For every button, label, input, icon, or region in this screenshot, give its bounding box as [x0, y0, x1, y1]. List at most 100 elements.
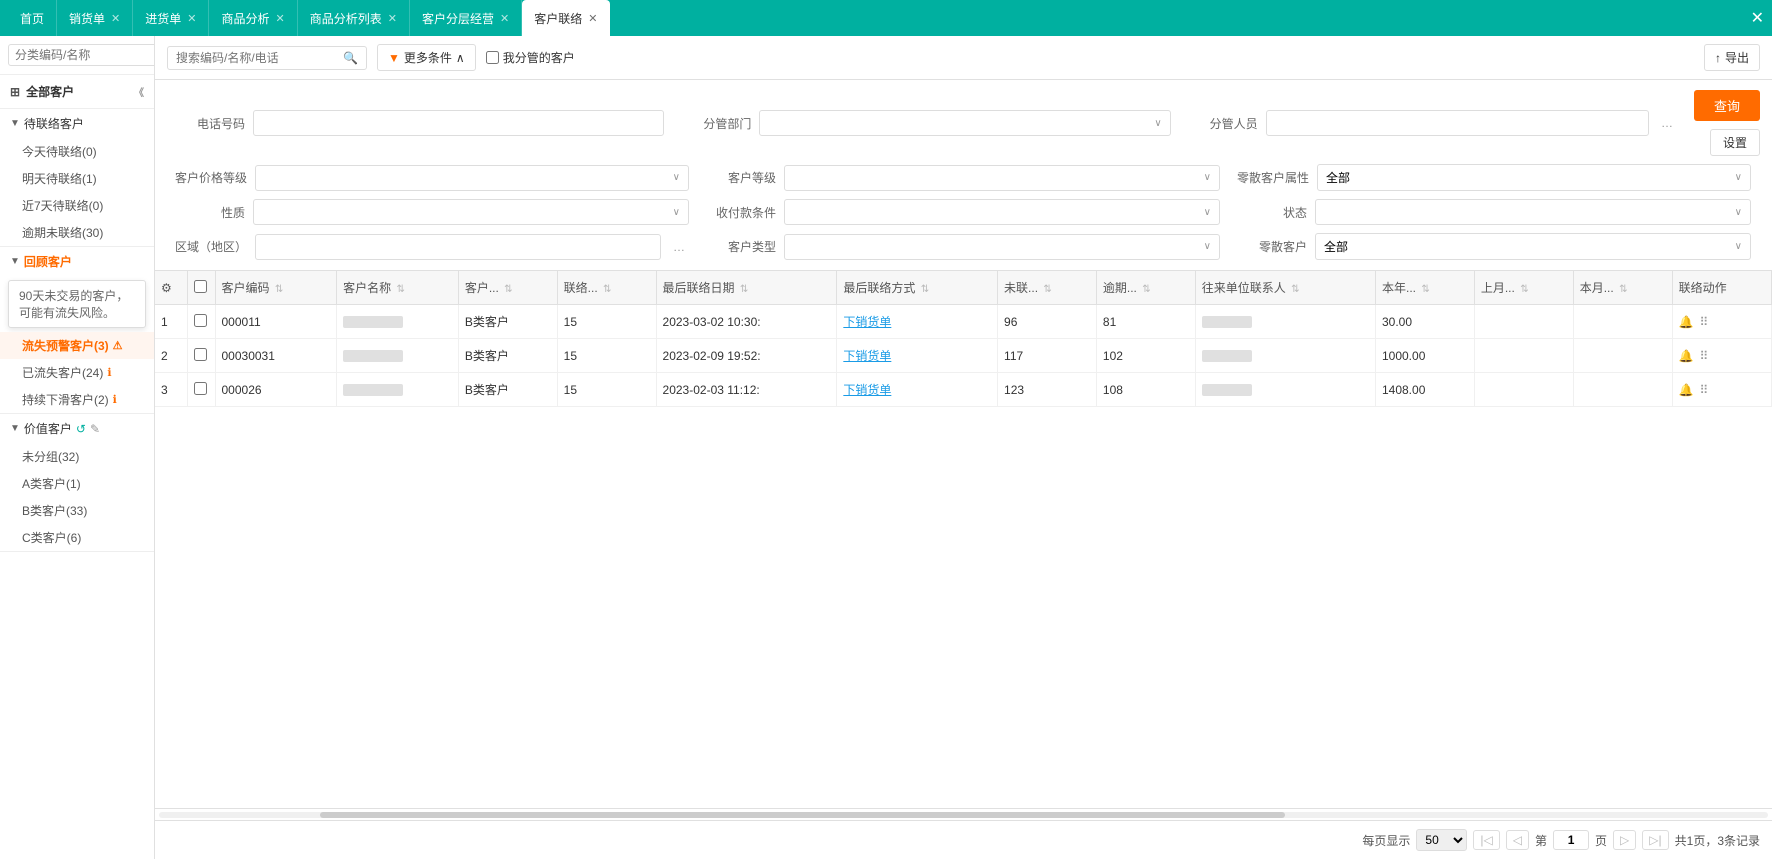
search-box[interactable]: 🔍 [167, 46, 367, 70]
action-more-icon[interactable]: ⠿ [1700, 315, 1709, 329]
my-customers-checkbox-label[interactable]: 我分管的客户 [486, 49, 575, 66]
action-contact-icon[interactable]: 🔔 [1679, 315, 1694, 329]
tab-product-analysis[interactable]: 商品分析 ✕ [209, 0, 297, 36]
retail-select[interactable]: 全部 ∨ [1315, 233, 1751, 260]
sidebar-item-class-b[interactable]: B类客户(33) [0, 497, 154, 524]
search-icon[interactable]: 🔍 [343, 51, 358, 65]
last-page-btn[interactable]: ▷| [1642, 830, 1668, 850]
col-checkbox[interactable] [187, 271, 215, 305]
sidebar-section-header-review[interactable]: ▼ 回顾客户 [0, 247, 154, 276]
this-month-cell [1573, 305, 1672, 339]
prev-page-btn[interactable]: ◁ [1506, 830, 1529, 850]
close-window-icon[interactable]: ✕ [1751, 8, 1764, 28]
last-method-link[interactable]: 下销货单 [843, 383, 891, 397]
tab-home[interactable]: 首页 [8, 0, 57, 36]
collapse-icon[interactable]: 《 [134, 84, 144, 99]
next-page-btn[interactable]: ▷ [1613, 830, 1636, 850]
sort-icon[interactable]: ⇅ [397, 284, 405, 295]
action-contact-icon[interactable]: 🔔 [1679, 383, 1694, 397]
more-conditions-btn[interactable]: ▼ 更多条件 ∧ [377, 44, 476, 71]
sidebar-item-ungrouped[interactable]: 未分组(32) [0, 443, 154, 470]
sidebar-item-7days[interactable]: 近7天待联络(0) [0, 192, 154, 219]
phone-input[interactable] [253, 110, 664, 136]
close-icon[interactable]: ✕ [588, 12, 597, 25]
search-input[interactable] [176, 51, 343, 65]
sidebar-item-lost[interactable]: 已流失客户(24) ℹ [0, 359, 154, 386]
action-contact-icon[interactable]: 🔔 [1679, 349, 1694, 363]
row-checkbox-cell[interactable] [187, 373, 215, 407]
price-level-select[interactable]: ∨ [255, 165, 689, 191]
sort-icon[interactable]: ⇅ [1043, 284, 1051, 295]
sidebar-item-loss-warning[interactable]: 流失预警客户(3) ⚠ [0, 332, 154, 359]
sidebar-item-today[interactable]: 今天待联络(0) [0, 138, 154, 165]
close-icon[interactable]: ✕ [500, 12, 509, 25]
close-icon[interactable]: ✕ [276, 12, 285, 25]
region-select[interactable] [255, 234, 661, 260]
tab-purchase[interactable]: 进货单 ✕ [133, 0, 209, 36]
last-method-link[interactable]: 下销货单 [843, 349, 891, 363]
settings-button[interactable]: 设置 [1710, 129, 1760, 156]
action-more-icon[interactable]: ⠿ [1700, 349, 1709, 363]
level-select[interactable]: ∨ [784, 165, 1220, 191]
row-checkbox[interactable] [194, 382, 207, 395]
sidebar-item-overdue[interactable]: 逾期未联络(30) [0, 219, 154, 246]
payment-select[interactable]: ∨ [784, 199, 1220, 225]
sidebar-item-class-c[interactable]: C类客户(6) [0, 524, 154, 551]
first-page-btn[interactable]: |◁ [1473, 830, 1499, 850]
select-all-checkbox[interactable] [194, 280, 207, 293]
page-number-input[interactable] [1553, 830, 1589, 850]
sort-icon[interactable]: ⇅ [921, 284, 929, 295]
action-more-icon[interactable]: ⠿ [1700, 383, 1709, 397]
close-icon[interactable]: ✕ [388, 12, 397, 25]
tab-product-list[interactable]: 商品分析列表 ✕ [298, 0, 410, 36]
scrollbar-thumb[interactable] [320, 812, 1285, 818]
close-icon[interactable]: ✕ [187, 12, 196, 25]
nature-select[interactable]: ∨ [253, 199, 689, 225]
sort-icon[interactable]: ⇅ [1291, 284, 1299, 295]
row-checkbox[interactable] [194, 314, 207, 327]
sort-icon[interactable]: ⇅ [740, 284, 748, 295]
query-button[interactable]: 查询 [1694, 90, 1760, 121]
my-customers-checkbox[interactable] [486, 51, 499, 64]
refresh-icon[interactable]: ↺ [76, 422, 86, 436]
sort-icon[interactable]: ⇅ [1421, 284, 1429, 295]
last-method-cell[interactable]: 下销货单 [837, 373, 998, 407]
close-icon[interactable]: ✕ [111, 12, 120, 25]
tab-sales[interactable]: 销货单 ✕ [57, 0, 133, 36]
sidebar-all-customers[interactable]: ⊞ 全部客户 《 [0, 75, 154, 109]
sort-icon[interactable]: ⇅ [504, 284, 512, 295]
sidebar-section-header-pending[interactable]: ▼ 待联络客户 [0, 109, 154, 138]
sort-icon[interactable]: ⇅ [1142, 284, 1150, 295]
more-btn[interactable]: … [1657, 116, 1677, 130]
caret-icon: ∨ [673, 172, 680, 183]
row-checkbox-cell[interactable] [187, 339, 215, 373]
sidebar-item-declining[interactable]: 持续下滑客户(2) ℹ [0, 386, 154, 413]
sort-icon[interactable]: ⇅ [275, 284, 283, 295]
last-method-cell[interactable]: 下销货单 [837, 305, 998, 339]
row-checkbox-cell[interactable] [187, 305, 215, 339]
col-settings[interactable]: ⚙ [155, 271, 187, 305]
horizontal-scrollbar[interactable] [155, 808, 1772, 820]
last-method-cell[interactable]: 下销货单 [837, 339, 998, 373]
sort-icon[interactable]: ⇅ [1520, 284, 1528, 295]
dept-select[interactable]: ∨ [759, 110, 1170, 136]
row-checkbox[interactable] [194, 348, 207, 361]
edit-icon[interactable]: ✎ [90, 422, 100, 436]
sort-icon[interactable]: ⇅ [1619, 284, 1627, 295]
status-select[interactable]: ∨ [1315, 199, 1751, 225]
sidebar-item-class-a[interactable]: A类客户(1) [0, 470, 154, 497]
more-btn[interactable]: … [669, 240, 689, 254]
export-btn[interactable]: ↑ 导出 [1704, 44, 1760, 71]
category-search-input[interactable] [8, 44, 155, 66]
per-page-select[interactable]: 50 100 200 [1416, 829, 1467, 851]
sort-icon[interactable]: ⇅ [603, 284, 611, 295]
tab-customer-contact[interactable]: 客户联络 ✕ [522, 0, 610, 36]
retail-attr-select[interactable]: 全部 ∨ [1317, 164, 1751, 191]
manager-select[interactable] [1266, 110, 1649, 136]
last-method-link[interactable]: 下销货单 [843, 315, 891, 329]
sidebar-section-header-value[interactable]: ▼ 价值客户 ↺ ✎ [0, 414, 154, 443]
last-date-cell: 2023-02-09 19:52: [656, 339, 837, 373]
sidebar-item-tomorrow[interactable]: 明天待联络(1) [0, 165, 154, 192]
tab-customer-segment[interactable]: 客户分层经营 ✕ [410, 0, 522, 36]
customer-type-select[interactable]: ∨ [784, 234, 1220, 260]
